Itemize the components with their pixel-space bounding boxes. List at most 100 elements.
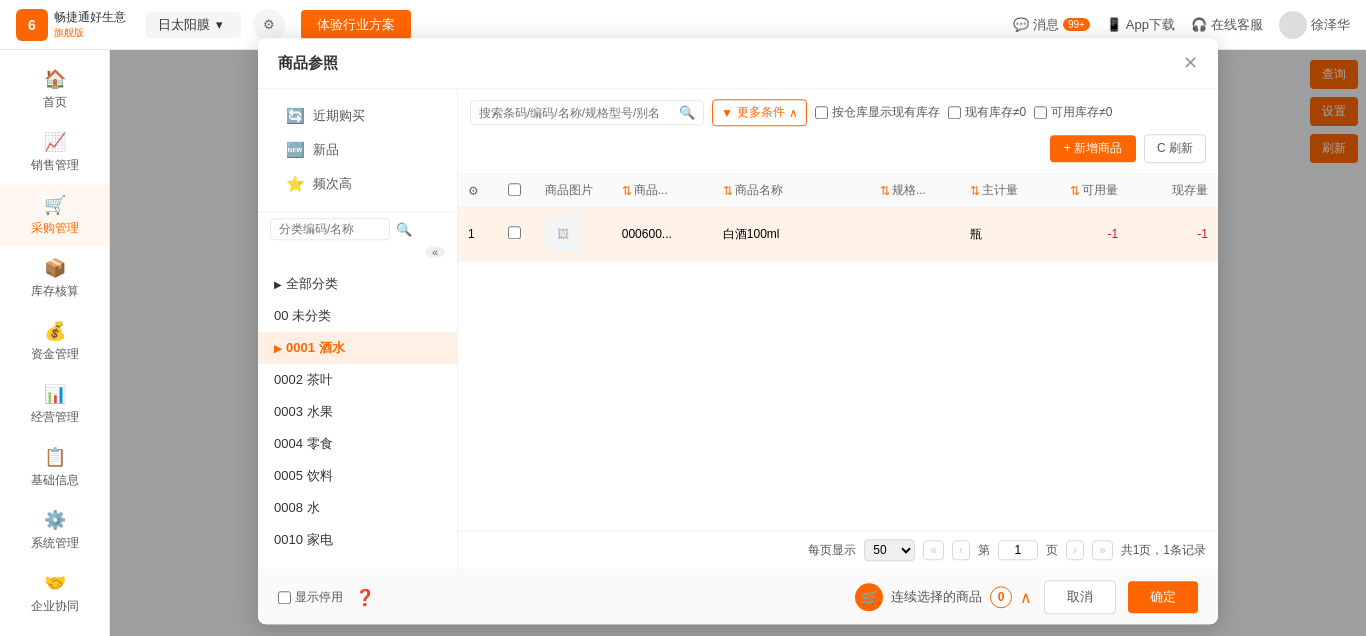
cat-item-0001[interactable]: ▶ 0001 酒水 <box>258 332 457 364</box>
page-word2: 页 <box>1046 542 1058 559</box>
product-table-wrap: ⚙ 商品图片 <box>458 174 1218 530</box>
row-product-image: 🖼 <box>535 208 611 261</box>
sidebar-item-label: 经营管理 <box>31 409 79 426</box>
next-page-btn[interactable]: › <box>1066 540 1084 560</box>
first-page-btn[interactable]: « <box>923 540 944 560</box>
last-page-btn[interactable]: » <box>1092 540 1113 560</box>
cat-item-0008[interactable]: 0008 水 <box>258 492 457 524</box>
sidebar-item-label: 资金管理 <box>31 346 79 363</box>
nav-item-new-products[interactable]: 🆕 新品 <box>270 133 445 167</box>
logo-text: 畅捷通好生意 旗舰版 <box>54 10 126 39</box>
sidebar-item-guide[interactable]: 🔖 新手引导 <box>0 625 109 636</box>
logo-icon: 6 <box>16 9 48 41</box>
row-index: 1 <box>458 208 498 261</box>
logo: 6 畅捷通好生意 旗舰版 <box>16 9 126 41</box>
category-list: ▶ 全部分类 00 未分类 ▶ 0001 酒水 0002 茶叶 <box>258 264 457 560</box>
footer-cart: 🛒 连续选择的商品 0 ∧ <box>855 583 1032 611</box>
dialog-header: 商品参照 ✕ <box>258 38 1218 89</box>
cat-item-0004[interactable]: 0004 零食 <box>258 428 457 460</box>
total-info: 共1页，1条记录 <box>1121 542 1206 559</box>
cat-item-00[interactable]: 00 未分类 <box>258 300 457 332</box>
per-page-select[interactable]: 50 10 20 100 <box>864 539 915 561</box>
recent-icon: 🔄 <box>286 107 305 125</box>
nav-item-frequent[interactable]: ⭐ 频次高 <box>270 167 445 201</box>
sidebar-item-finance[interactable]: 💰 资金管理 <box>0 310 109 373</box>
check-current-stock: 现有库存≠0 <box>948 104 1026 121</box>
close-dialog-btn[interactable]: ✕ <box>1183 52 1198 74</box>
cat-item-all[interactable]: ▶ 全部分类 <box>258 268 457 300</box>
sidebar-item-enterprise[interactable]: 🤝 企业协同 <box>0 562 109 625</box>
collapse-panel-btn[interactable]: « <box>425 246 445 258</box>
th-product-spec: ⇅ 规格... <box>870 174 960 208</box>
search-icon[interactable]: 🔍 <box>679 105 695 120</box>
show-disabled-checkbox[interactable] <box>278 591 291 604</box>
check-warehouse-stock-input[interactable] <box>815 106 828 119</box>
th-stock: 现存量 <box>1128 174 1218 208</box>
basic-info-icon: 📋 <box>44 446 66 468</box>
chevron-down-icon: ▾ <box>216 17 223 32</box>
sidebar-item-basic-info[interactable]: 📋 基础信息 <box>0 436 109 499</box>
add-product-btn[interactable]: + 新增商品 <box>1050 135 1136 162</box>
per-page-label: 每页显示 <box>808 542 856 559</box>
experience-btn[interactable]: 体验行业方案 <box>301 10 411 40</box>
sidebar-item-system[interactable]: ⚙️ 系统管理 <box>0 499 109 562</box>
row-checkbox[interactable] <box>508 226 521 239</box>
th-product-image: 商品图片 <box>535 174 611 208</box>
user-nav-item[interactable]: 徐泽华 <box>1279 11 1350 39</box>
table-row[interactable]: 1 🖼 000600... <box>458 208 1218 261</box>
filter-icon: ▼ <box>721 106 733 120</box>
category-search-input[interactable] <box>270 218 390 240</box>
sidebar-item-label: 系统管理 <box>31 535 79 552</box>
more-filter-btn[interactable]: ▼ 更多条件 ∧ <box>712 99 807 126</box>
th-checkbox[interactable] <box>498 174 535 208</box>
main-content: 查询 设置 刷新 商品参照 ✕ 🔄 近期购买 <box>110 50 1366 636</box>
sidebar-item-inventory[interactable]: 📦 库存核算 <box>0 247 109 310</box>
dialog-left-top: 🔄 近期购买 🆕 新品 ⭐ 频次高 <box>258 99 457 212</box>
table-settings-icon: ⚙ <box>468 184 479 198</box>
cat-item-0005[interactable]: 0005 饮料 <box>258 460 457 492</box>
product-thumb: 🖼 <box>545 216 581 252</box>
sidebar-item-sales[interactable]: 📈 销售管理 <box>0 121 109 184</box>
cart-icon: 🛒 <box>855 583 883 611</box>
check-warehouse-stock: 按仓库显示现有库存 <box>815 104 940 121</box>
cat-item-0002[interactable]: 0002 茶叶 <box>258 364 457 396</box>
cancel-dialog-btn[interactable]: 取消 <box>1044 580 1116 614</box>
sidebar-item-purchase[interactable]: 🛒 采购管理 <box>0 184 109 247</box>
message-nav-item[interactable]: 💬 消息 99+ <box>1013 16 1090 34</box>
category-search-icon[interactable]: 🔍 <box>396 222 412 237</box>
prev-page-btn[interactable]: ‹ <box>952 540 970 560</box>
sidebar-item-operations[interactable]: 📊 经营管理 <box>0 373 109 436</box>
select-all-checkbox[interactable] <box>508 183 521 196</box>
nav-right: 💬 消息 99+ 📱 App下载 🎧 在线客服 徐泽华 <box>1013 11 1350 39</box>
th-settings[interactable]: ⚙ <box>458 174 498 208</box>
sidebar: 🏠 首页 📈 销售管理 🛒 采购管理 📦 库存核算 💰 资金管理 📊 经营管理 … <box>0 50 110 636</box>
collapse-cart-btn[interactable]: ∧ <box>1020 588 1032 607</box>
online-service-nav-item[interactable]: 🎧 在线客服 <box>1191 16 1263 34</box>
app-download-nav-item[interactable]: 📱 App下载 <box>1106 16 1175 34</box>
new-icon: 🆕 <box>286 141 305 159</box>
help-icon[interactable]: ❓ <box>355 588 375 607</box>
show-disabled-group: 显示停用 <box>278 589 343 606</box>
confirm-dialog-btn[interactable]: 确定 <box>1128 581 1198 613</box>
product-table: ⚙ 商品图片 <box>458 174 1218 261</box>
dialog-toolbar: 🔍 ▼ 更多条件 ∧ 按仓库显示现有库存 <box>458 89 1218 174</box>
page-input[interactable] <box>998 540 1038 560</box>
refresh-table-btn[interactable]: C 刷新 <box>1144 134 1206 163</box>
phone-icon: 📱 <box>1106 17 1122 32</box>
message-badge: 99+ <box>1063 18 1090 31</box>
row-stock: -1 <box>1128 208 1218 261</box>
row-checkbox-cell[interactable] <box>498 208 535 261</box>
store-selector[interactable]: 日太阳膜 ▾ <box>146 12 241 38</box>
frequent-icon: ⭐ <box>286 175 305 193</box>
nav-item-recent-purchase[interactable]: 🔄 近期购买 <box>270 99 445 133</box>
settings-icon[interactable]: ⚙ <box>253 9 285 41</box>
check-available-stock-input[interactable] <box>1034 106 1047 119</box>
dialog-left-panel: 🔄 近期购买 🆕 新品 ⭐ 频次高 <box>258 89 458 569</box>
sidebar-item-home[interactable]: 🏠 首页 <box>0 58 109 121</box>
cat-item-0003[interactable]: 0003 水果 <box>258 396 457 428</box>
system-icon: ⚙️ <box>44 509 66 531</box>
cat-item-0010[interactable]: 0010 家电 <box>258 524 457 556</box>
dialog-body: 🔄 近期购买 🆕 新品 ⭐ 频次高 <box>258 89 1218 569</box>
product-search-input[interactable] <box>479 106 679 120</box>
check-current-stock-input[interactable] <box>948 106 961 119</box>
